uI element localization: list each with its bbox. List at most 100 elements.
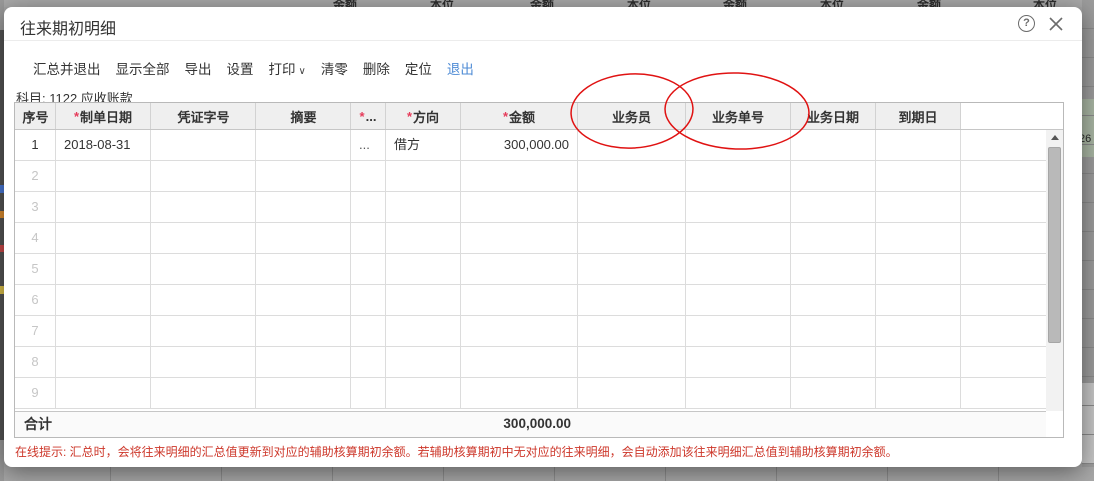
cell-biz-date[interactable] [791,192,876,222]
cell-aux[interactable] [351,347,386,377]
toolbar-item-export[interactable]: 导出 [185,58,212,78]
cell-salesman[interactable] [578,161,686,191]
cell-doc-date[interactable]: 2018-08-31 [56,130,151,160]
close-icon[interactable] [1048,16,1064,32]
cell-salesman[interactable] [578,316,686,346]
toolbar-item-delete[interactable]: 删除 [363,58,390,78]
cell-voucher-no[interactable] [151,378,256,408]
cell-aux[interactable] [351,316,386,346]
cell-seq[interactable]: 1 [15,130,56,160]
cell-biz-order-no[interactable] [686,378,791,408]
cell-voucher-no[interactable] [151,130,256,160]
cell-direction[interactable] [386,347,461,377]
help-icon[interactable]: ? [1018,15,1035,32]
cell-doc-date[interactable] [56,285,151,315]
cell-due-date[interactable] [876,192,961,222]
cell-amount[interactable] [461,347,578,377]
cell-biz-order-no[interactable] [686,130,791,160]
cell-seq[interactable]: 2 [15,161,56,191]
cell-doc-date[interactable] [56,316,151,346]
cell-biz-order-no[interactable] [686,254,791,284]
scrollbar-thumb[interactable] [1048,147,1061,343]
toolbar-item-summarize-and-exit[interactable]: 汇总并退出 [33,58,101,78]
cell-seq[interactable]: 5 [15,254,56,284]
cell-salesman[interactable] [578,347,686,377]
cell-summary[interactable] [256,347,351,377]
cell-doc-date[interactable] [56,254,151,284]
cell-salesman[interactable] [578,285,686,315]
cell-due-date[interactable] [876,130,961,160]
cell-summary[interactable] [256,254,351,284]
cell-biz-order-no[interactable] [686,192,791,222]
cell-summary[interactable] [256,316,351,346]
cell-aux[interactable] [351,285,386,315]
cell-amount[interactable]: 300,000.00 [461,130,578,160]
cell-direction[interactable]: 借方 [386,130,461,160]
cell-direction[interactable] [386,223,461,253]
cell-direction[interactable] [386,254,461,284]
cell-aux[interactable] [351,378,386,408]
cell-amount[interactable] [461,316,578,346]
cell-salesman[interactable] [578,378,686,408]
cell-due-date[interactable] [876,254,961,284]
cell-doc-date[interactable] [56,223,151,253]
cell-amount[interactable] [461,192,578,222]
cell-due-date[interactable] [876,316,961,346]
cell-biz-date[interactable] [791,223,876,253]
cell-direction[interactable] [386,316,461,346]
cell-biz-order-no[interactable] [686,316,791,346]
cell-due-date[interactable] [876,223,961,253]
cell-summary[interactable] [256,285,351,315]
cell-biz-date[interactable] [791,316,876,346]
cell-biz-date[interactable] [791,285,876,315]
cell-salesman[interactable] [578,223,686,253]
cell-voucher-no[interactable] [151,223,256,253]
cell-doc-date[interactable] [56,192,151,222]
cell-biz-date[interactable] [791,254,876,284]
cell-voucher-no[interactable] [151,316,256,346]
cell-biz-date[interactable] [791,130,876,160]
cell-amount[interactable] [461,254,578,284]
scroll-up-arrow-icon[interactable] [1046,130,1063,144]
cell-due-date[interactable] [876,378,961,408]
cell-amount[interactable] [461,285,578,315]
cell-direction[interactable] [386,192,461,222]
cell-summary[interactable] [256,130,351,160]
cell-voucher-no[interactable] [151,254,256,284]
cell-biz-order-no[interactable] [686,285,791,315]
cell-doc-date[interactable] [56,161,151,191]
cell-salesman[interactable] [578,254,686,284]
cell-doc-date[interactable] [56,347,151,377]
cell-due-date[interactable] [876,161,961,191]
cell-direction[interactable] [386,378,461,408]
cell-seq[interactable]: 6 [15,285,56,315]
cell-seq[interactable]: 7 [15,316,56,346]
cell-biz-date[interactable] [791,347,876,377]
cell-doc-date[interactable] [56,378,151,408]
toolbar-item-clear[interactable]: 清零 [321,58,348,78]
cell-amount[interactable] [461,161,578,191]
cell-direction[interactable] [386,285,461,315]
toolbar-item-show-all[interactable]: 显示全部 [116,58,170,78]
cell-biz-date[interactable] [791,161,876,191]
cell-aux[interactable] [351,192,386,222]
cell-aux[interactable] [351,161,386,191]
cell-aux[interactable] [351,223,386,253]
cell-summary[interactable] [256,161,351,191]
cell-summary[interactable] [256,378,351,408]
toolbar-item-print[interactable]: 打印 ∨ [269,58,306,78]
cell-seq[interactable]: 9 [15,378,56,408]
toolbar-item-exit[interactable]: 退出 [447,58,474,78]
cell-seq[interactable]: 4 [15,223,56,253]
cell-salesman[interactable] [578,192,686,222]
cell-voucher-no[interactable] [151,192,256,222]
cell-direction[interactable] [386,161,461,191]
cell-due-date[interactable] [876,285,961,315]
toolbar-item-settings[interactable]: 设置 [227,58,254,78]
cell-aux[interactable]: ... [351,130,386,160]
cell-voucher-no[interactable] [151,285,256,315]
cell-biz-date[interactable] [791,378,876,408]
cell-seq[interactable]: 8 [15,347,56,377]
cell-amount[interactable] [461,223,578,253]
toolbar-item-locate[interactable]: 定位 [405,58,432,78]
